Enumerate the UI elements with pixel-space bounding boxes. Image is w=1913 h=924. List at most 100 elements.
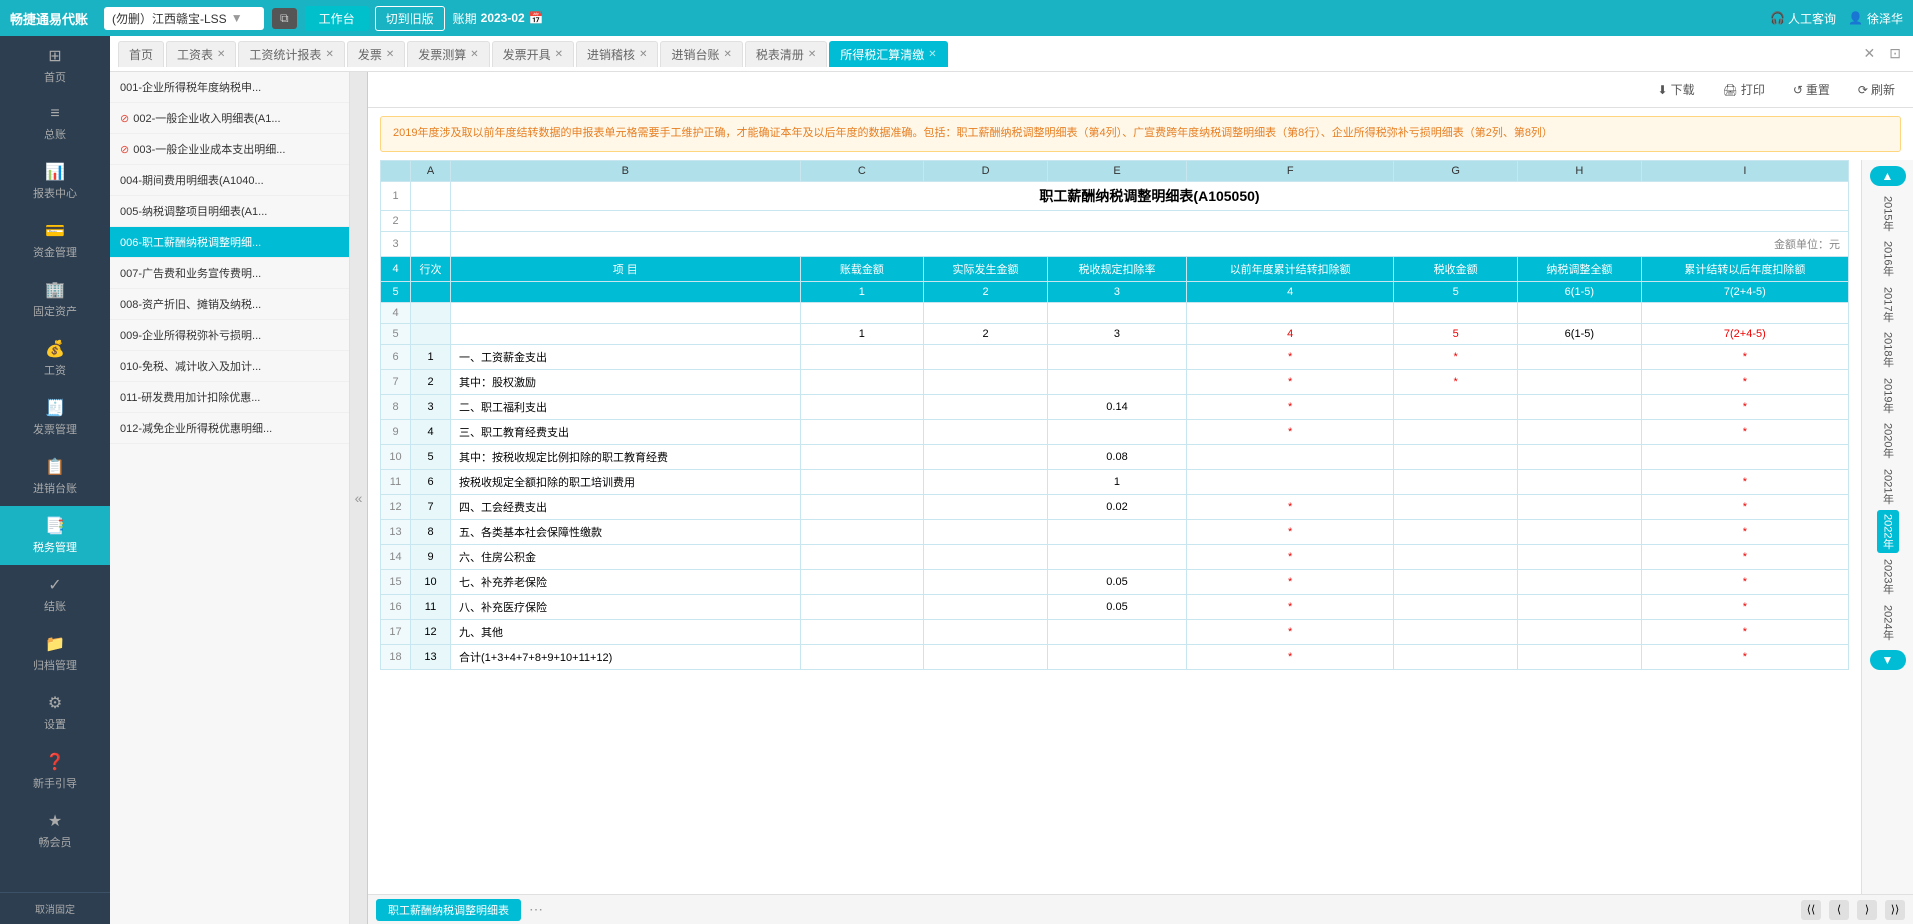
sidebar-item-invoice[interactable]: 🧾 发票管理	[0, 388, 110, 447]
year-nav-item[interactable]: 2019年	[1877, 374, 1899, 417]
table-row[interactable]: 138五、各类基本社会保障性缴款**	[381, 519, 1849, 544]
purchase-sales-icon: 📋	[45, 457, 65, 477]
tab-invoice-open-close[interactable]: ✕	[555, 49, 563, 60]
sidebar-item-close[interactable]: ✓ 结账	[0, 565, 110, 624]
table-row[interactable]: 4	[381, 302, 1849, 323]
table-row[interactable]: 1712九、其他**	[381, 619, 1849, 644]
year-nav-item[interactable]: 2022年	[1877, 510, 1899, 553]
list-item-003[interactable]: ⊘ 003-一般企业业成本支出明细...	[110, 134, 349, 165]
user-avatar-icon: 👤	[1848, 11, 1863, 25]
refresh-button[interactable]: ⟳ 刷新	[1852, 78, 1901, 101]
table-row[interactable]: 72 其中：股权激励***	[381, 369, 1849, 394]
sub-header-1: 1	[800, 281, 924, 302]
list-item-004[interactable]: 004-期间费用明细表(A1040...	[110, 165, 349, 196]
tab-invoice-close[interactable]: ✕	[386, 49, 394, 60]
print-button[interactable]: 🖨 打印	[1717, 78, 1771, 101]
table-row[interactable]: 1611八、补充医疗保险0.05**	[381, 594, 1849, 619]
list-item-006[interactable]: 006-职工薪酬纳税调整明细...	[110, 227, 349, 258]
tab-payroll[interactable]: 工资表 ✕	[166, 41, 236, 67]
period-calendar-icon[interactable]: 📅	[529, 11, 544, 25]
list-item-005[interactable]: 005-纳税调整项目明细表(A1...	[110, 196, 349, 227]
year-nav-item[interactable]: 2024年	[1877, 601, 1899, 644]
year-nav-item[interactable]: 2021年	[1877, 465, 1899, 508]
year-nav-item[interactable]: 2016年	[1877, 237, 1899, 280]
unpin-button[interactable]: 取消固定	[8, 901, 102, 916]
list-item-007[interactable]: 007-广告费和业务宣传费明...	[110, 258, 349, 289]
sidebar-item-guide[interactable]: ❓ 新手引导	[0, 742, 110, 801]
table-row[interactable]: 61一、工资薪金支出***	[381, 344, 1849, 369]
tab-annual-tax-close[interactable]: ✕	[928, 49, 936, 60]
year-nav-item[interactable]: 2020年	[1877, 419, 1899, 462]
list-item-002[interactable]: ⊘ 002-一般企业收入明细表(A1...	[110, 103, 349, 134]
year-nav-item[interactable]: 2023年	[1877, 555, 1899, 598]
table-row[interactable]: 116按税收规定全额扣除的职工培训费用1*	[381, 469, 1849, 494]
tab-purchase-ledger-close[interactable]: ✕	[723, 49, 731, 60]
sheet-tab[interactable]: 职工薪酬纳税调整明细表	[376, 899, 521, 921]
scroll-left[interactable]: ⟨	[1829, 900, 1849, 920]
toggle-old-version-button[interactable]: 切到旧版	[375, 6, 445, 31]
sidebar-item-ledger[interactable]: ≡ 总账	[0, 95, 110, 152]
download-button[interactable]: ⬇ 下载	[1652, 78, 1701, 101]
table-row[interactable]: 5123456(1-5)7(2+4-5)	[381, 323, 1849, 344]
list-item-011[interactable]: 011-研发费用加计扣除优惠...	[110, 382, 349, 413]
table-row[interactable]: 83二、职工福利支出0.14**	[381, 394, 1849, 419]
sidebar-item-home[interactable]: ⊞ 首页	[0, 36, 110, 95]
col-header-B: B	[451, 160, 801, 181]
download-icon: ⬇	[1658, 83, 1668, 97]
workspace-button[interactable]: 工作台	[305, 6, 369, 31]
sidebar-item-assets[interactable]: 🏢 固定资产	[0, 270, 110, 329]
list-item-009[interactable]: 009-企业所得税弥补亏损明...	[110, 320, 349, 351]
maximize-tab-button[interactable]: ⊡	[1885, 43, 1905, 64]
sheet-dots-icon[interactable]: ⋯	[529, 901, 543, 918]
year-nav-up[interactable]: ▲	[1870, 166, 1906, 186]
tab-tax-register[interactable]: 税表清册 ✕	[745, 41, 827, 67]
table-row[interactable]: 127四、工会经费支出0.02**	[381, 494, 1849, 519]
list-item-001[interactable]: 001-企业所得税年度纳税申...	[110, 72, 349, 103]
sidebar-item-funds[interactable]: 💳 资金管理	[0, 211, 110, 270]
sidebar-item-archive[interactable]: 📁 归档管理	[0, 624, 110, 683]
year-nav-item[interactable]: 2018年	[1877, 328, 1899, 371]
tab-payroll-close[interactable]: ✕	[217, 49, 225, 60]
panel-collapse-handle[interactable]: «	[350, 72, 368, 924]
tab-purchase-ledger[interactable]: 进销台账 ✕	[660, 41, 742, 67]
col-header-A: A	[411, 160, 451, 181]
sidebar-item-purchase-sales[interactable]: 📋 进销台账	[0, 447, 110, 506]
scroll-left-start[interactable]: ⟨⟨	[1801, 900, 1821, 920]
table-row[interactable]: 94三、职工教育经费支出**	[381, 419, 1849, 444]
scroll-right[interactable]: ⟩	[1857, 900, 1877, 920]
human-service-btn[interactable]: 🎧 人工客询	[1770, 10, 1836, 27]
company-selector[interactable]: (勿删）江西赣宝-LSS ▼	[104, 7, 264, 30]
sidebar-item-member[interactable]: ★ 畅会员	[0, 801, 110, 860]
year-nav-item[interactable]: 2017年	[1877, 283, 1899, 326]
table-row[interactable]: 1813合计(1+3+4+7+8+9+10+11+12)**	[381, 644, 1849, 669]
tab-invoice[interactable]: 发票 ✕	[347, 41, 405, 67]
tab-invoice-calc[interactable]: 发票测算 ✕	[407, 41, 489, 67]
tab-payroll-stats-close[interactable]: ✕	[325, 49, 333, 60]
sidebar-item-reports[interactable]: 📊 报表中心	[0, 152, 110, 211]
list-item-010[interactable]: 010-免税、减计收入及加计...	[110, 351, 349, 382]
tab-payroll-stats[interactable]: 工资统计报表 ✕	[238, 41, 344, 67]
tab-annual-tax[interactable]: 所得税汇算清缴 ✕	[829, 41, 947, 67]
sidebar-item-settings[interactable]: ⚙ 设置	[0, 683, 110, 742]
reset-button[interactable]: ↺ 重置	[1787, 78, 1836, 101]
close-tab-button[interactable]: ✕	[1860, 43, 1880, 64]
tab-audit[interactable]: 进销稽核 ✕	[576, 41, 658, 67]
year-nav-down[interactable]: ▼	[1870, 650, 1906, 670]
tab-tax-register-close[interactable]: ✕	[808, 49, 816, 60]
year-nav-item[interactable]: 2015年	[1877, 192, 1899, 235]
table-row[interactable]: 105其中：按税收规定比例扣除的职工教育经费0.08	[381, 444, 1849, 469]
table-row[interactable]: 1510七、补充养老保险0.05**	[381, 569, 1849, 594]
table-row[interactable]: 149六、住房公积金**	[381, 544, 1849, 569]
payroll-icon: 💰	[45, 339, 65, 359]
list-item-008[interactable]: 008-资产折旧、摊销及纳税...	[110, 289, 349, 320]
tab-audit-close[interactable]: ✕	[639, 49, 647, 60]
sidebar-item-payroll[interactable]: 💰 工资	[0, 329, 110, 388]
tab-invoice-calc-close[interactable]: ✕	[470, 49, 478, 60]
top-bar: 畅捷通易代账 (勿删）江西赣宝-LSS ▼ ⧉ 工作台 切到旧版 账期 2023…	[0, 0, 1913, 36]
tab-home[interactable]: 首页	[118, 41, 164, 67]
scroll-right-end[interactable]: ⟩⟩	[1885, 900, 1905, 920]
sidebar-item-tax[interactable]: 📑 税务管理	[0, 506, 110, 565]
copy-icon-btn[interactable]: ⧉	[272, 8, 297, 29]
tab-invoice-open[interactable]: 发票开具 ✕	[492, 41, 574, 67]
list-item-012[interactable]: 012-减免企业所得税优惠明细...	[110, 413, 349, 444]
